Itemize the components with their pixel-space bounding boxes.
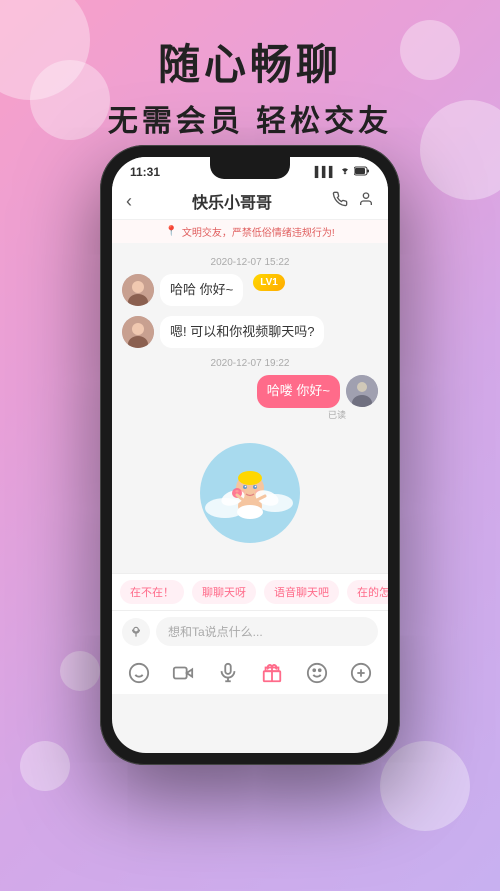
avatar-received xyxy=(122,316,154,348)
message-status: 已读 xyxy=(328,408,346,421)
avatar-received xyxy=(122,274,154,306)
notice-text: 文明交友，严禁低俗情绪违规行为! xyxy=(182,224,335,239)
quick-tab-4[interactable]: 在的怎么啦 xyxy=(347,580,388,604)
sticker-cupid xyxy=(195,438,305,548)
pin-icon: 📍 xyxy=(165,226,177,237)
status-time: 11:31 xyxy=(130,165,160,179)
quick-tab-3[interactable]: 语音聊天吧 xyxy=(264,580,339,604)
battery-icon xyxy=(354,166,370,179)
date-divider-2: 2020-12-07 19:22 xyxy=(122,358,378,369)
sub-title: 无需会员 轻松交友 xyxy=(0,96,500,140)
chat-messages: 2020-12-07 15:22 哈哈 你好~ LV1 嗯! 可以和你视频聊天吗… xyxy=(112,243,388,573)
lv-badge: LV1 xyxy=(253,274,285,291)
main-title: 随心畅聊 xyxy=(0,40,500,90)
header-section: 随心畅聊 无需会员 轻松交友 xyxy=(0,0,500,140)
gift-button[interactable] xyxy=(259,660,285,686)
message-row: 哈哈 你好~ LV1 xyxy=(122,274,378,306)
input-bar: 想和Ta说点什么... xyxy=(112,610,388,652)
phone-notch xyxy=(210,157,290,179)
notice-banner: 📍 文明交友，严禁低俗情绪违规行为! xyxy=(112,220,388,243)
date-divider-1: 2020-12-07 15:22 xyxy=(122,257,378,268)
video-button[interactable] xyxy=(170,660,196,686)
message-row: 嗯! 可以和你视频聊天吗? xyxy=(122,316,378,348)
message-row-sent: 哈喽 你好~ 已读 xyxy=(122,375,378,422)
chat-header: ‹ 快乐小哥哥 xyxy=(112,183,388,220)
signal-icon: ▌▌▌ xyxy=(315,167,336,178)
sticker-area xyxy=(122,433,378,553)
status-icons: ▌▌▌ xyxy=(315,166,370,179)
phone-screen: 11:31 ▌▌▌ ‹ 快乐小哥哥 xyxy=(112,157,388,753)
message-bubble-sent: 哈喽 你好~ xyxy=(257,375,340,407)
chat-title: 快乐小哥哥 xyxy=(192,189,272,213)
chat-header-icons xyxy=(332,191,374,212)
quick-tab-1[interactable]: 在不在！ xyxy=(120,580,184,604)
mic-button[interactable] xyxy=(215,660,241,686)
sticker-button[interactable] xyxy=(304,660,330,686)
voice-record-button[interactable] xyxy=(122,618,150,646)
emoji-button[interactable] xyxy=(126,660,152,686)
avatar-sent xyxy=(346,375,378,407)
back-button[interactable]: ‹ xyxy=(126,191,132,212)
message-bubble: 嗯! 可以和你视频聊天吗? xyxy=(160,316,324,348)
plus-button[interactable] xyxy=(348,660,374,686)
quick-tabs: 在不在！ 聊聊天呀 语音聊天吧 在的怎么啦 视频聊 xyxy=(112,573,388,610)
phone-call-icon[interactable] xyxy=(332,191,348,212)
person-icon[interactable] xyxy=(358,191,374,212)
quick-tab-2[interactable]: 聊聊天呀 xyxy=(192,580,256,604)
phone-mockup: 11:31 ▌▌▌ ‹ 快乐小哥哥 xyxy=(100,145,400,765)
phone-outer-shell: 11:31 ▌▌▌ ‹ 快乐小哥哥 xyxy=(100,145,400,765)
bottom-toolbar xyxy=(112,652,388,694)
message-bubble: 哈哈 你好~ xyxy=(160,274,243,306)
message-input[interactable]: 想和Ta说点什么... xyxy=(156,617,378,646)
wifi-icon xyxy=(339,166,351,179)
